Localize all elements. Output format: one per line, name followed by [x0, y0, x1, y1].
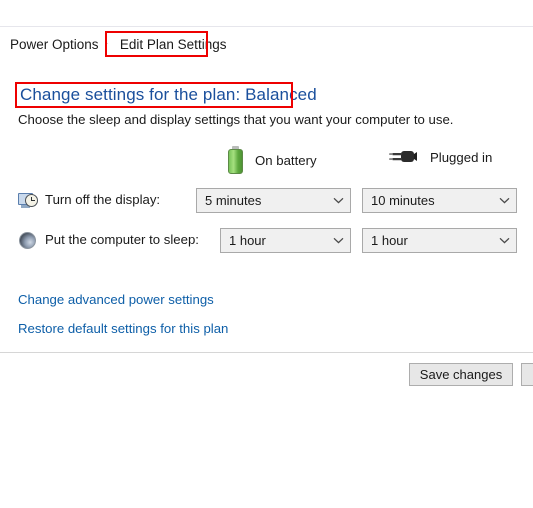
dropdown-turn-off-display-plugged-in-value: 10 minutes: [371, 193, 435, 208]
setting-label-turn-off-display: Turn off the display:: [45, 192, 161, 207]
display-clock-icon: [18, 191, 40, 213]
chevron-down-icon: [326, 197, 350, 204]
bottom-separator: [0, 352, 533, 353]
breadcrumb-separator-icon: ›: [104, 38, 108, 49]
page-title: Change settings for the plan: Balanced: [20, 85, 317, 104]
breadcrumb: Power Options › Edit Plan Settings: [0, 32, 533, 56]
dropdown-turn-off-display-plugged-in[interactable]: 10 minutes: [362, 188, 517, 213]
power-plug-icon: [388, 146, 418, 168]
setting-label-put-computer-to-sleep: Put the computer to sleep:: [45, 232, 199, 247]
dropdown-sleep-on-battery-value: 1 hour: [229, 233, 266, 248]
chevron-down-icon: [492, 197, 516, 204]
link-change-advanced-power-settings[interactable]: Change advanced power settings: [18, 292, 214, 307]
top-separator: [0, 26, 533, 27]
breadcrumb-item-power-options[interactable]: Power Options: [10, 35, 101, 54]
secondary-button[interactable]: [521, 363, 533, 386]
dropdown-sleep-on-battery[interactable]: 1 hour: [220, 228, 351, 253]
chevron-down-icon: [492, 237, 516, 244]
dropdown-sleep-plugged-in[interactable]: 1 hour: [362, 228, 517, 253]
page-subtitle: Choose the sleep and display settings th…: [18, 112, 454, 127]
chevron-down-icon: [326, 237, 350, 244]
column-header-on-battery-label: On battery: [255, 152, 317, 168]
column-header-on-battery: On battery: [228, 146, 317, 174]
dropdown-turn-off-display-on-battery[interactable]: 5 minutes: [196, 188, 351, 213]
sleep-moon-icon: [18, 231, 40, 253]
save-changes-button[interactable]: Save changes: [409, 363, 513, 386]
link-restore-default-settings[interactable]: Restore default settings for this plan: [18, 321, 228, 336]
battery-icon: [228, 146, 243, 174]
breadcrumb-item-edit-plan-settings[interactable]: Edit Plan Settings: [114, 35, 233, 54]
dropdown-turn-off-display-on-battery-value: 5 minutes: [205, 193, 262, 208]
dropdown-sleep-plugged-in-value: 1 hour: [371, 233, 408, 248]
column-header-plugged-in: Plugged in: [388, 146, 492, 168]
column-header-plugged-in-label: Plugged in: [430, 149, 493, 165]
